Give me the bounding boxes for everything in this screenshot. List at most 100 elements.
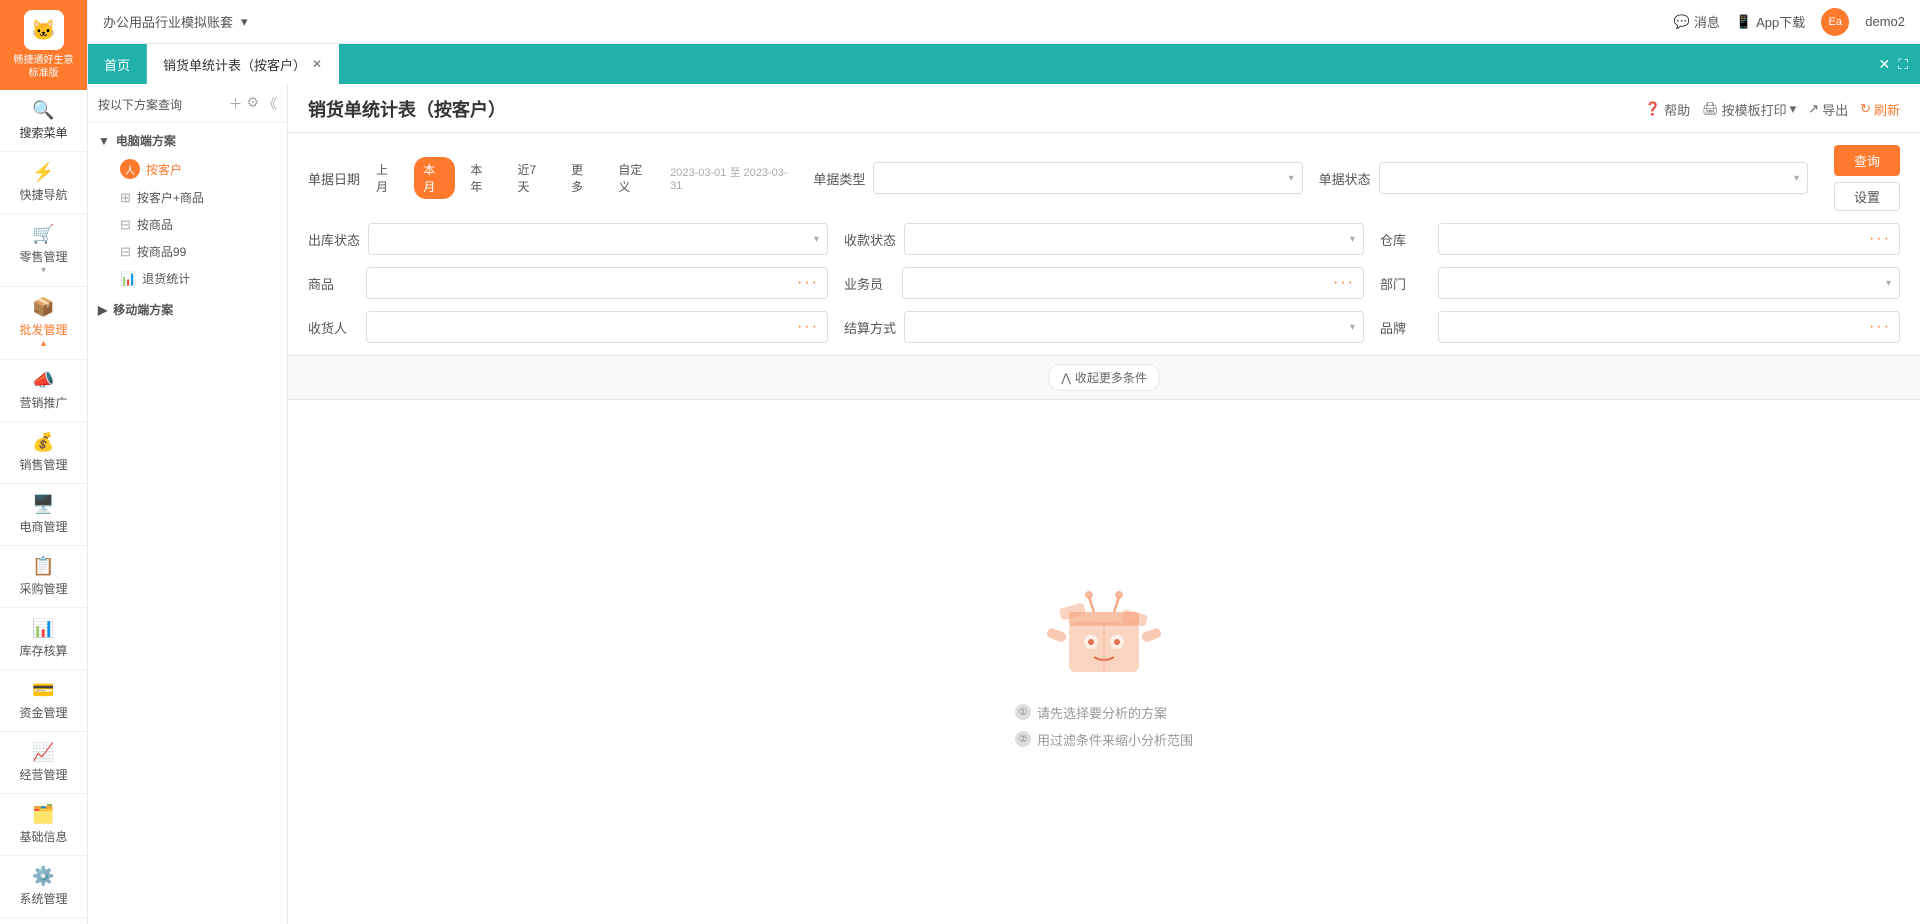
download-icon: 📱 <box>1736 14 1752 30</box>
collapse-panel-button[interactable]: 《 <box>263 94 277 114</box>
brand-select[interactable]: ··· <box>1438 311 1900 343</box>
warehouse-dots-icon[interactable]: ··· <box>1869 230 1891 248</box>
tree-item-by-customer[interactable]: 人 按客户 <box>88 154 287 184</box>
help-button[interactable]: ❓ 帮助 <box>1645 100 1690 119</box>
filter-settings-button[interactable]: 设置 <box>1834 182 1900 211</box>
warehouse-label: 仓库 <box>1380 230 1430 249</box>
wholesale-icon: 📦 <box>32 297 54 318</box>
sidebar-item-shortcut[interactable]: ⚡ 快捷导航 <box>0 152 87 214</box>
doc-type-label: 单据类型 <box>813 169 865 188</box>
goods-select[interactable]: ··· <box>366 267 828 299</box>
tree-item-return-stat[interactable]: 📊 退货统计 <box>88 265 287 292</box>
sidebar-item-basic[interactable]: 🗂️ 基础信息 <box>0 794 87 856</box>
brand-dots-icon[interactable]: ··· <box>1869 318 1891 336</box>
tab-window-actions: ✕ ⛶ <box>1866 44 1920 84</box>
date-btn-more[interactable]: 更多 <box>562 157 603 199</box>
app-name-label: 办公用品行业模拟账套 <box>103 12 233 31</box>
sidebar-item-wholesale[interactable]: 📦 批发管理 ▴ <box>0 287 87 360</box>
salesperson-label: 业务员 <box>844 274 894 293</box>
out-status-select[interactable]: ▾ <box>368 223 828 255</box>
filter-brand: 品牌 ··· <box>1380 311 1900 343</box>
filter-row-4: 收货人 ··· 结算方式 ▾ 品牌 <box>308 311 1900 343</box>
window-close-button[interactable]: ✕ <box>1878 56 1890 73</box>
tree-item-by-goods[interactable]: ⊟ 按商品 <box>88 211 287 238</box>
tip-number-2: ② <box>1015 731 1031 747</box>
payment-status-label: 收款状态 <box>844 230 896 249</box>
collapse-button[interactable]: ⋀ 收起更多条件 <box>1048 364 1160 391</box>
desktop-group-label: 电脑端方案 <box>116 132 176 149</box>
page-header-actions: ❓ 帮助 🖨 按模板打印 ▾ ↗ 导出 ↻ 刷新 <box>1645 100 1900 119</box>
filter-settlement: 结算方式 ▾ <box>844 311 1364 343</box>
receiver-select[interactable]: ··· <box>366 311 828 343</box>
shortcut-icon: ⚡ <box>32 162 54 183</box>
filter-area: 单据日期 上月 本月 本年 近7天 更多 自定义 2023-03-01 至 20… <box>288 133 1920 356</box>
filter-warehouse: 仓库 ··· <box>1380 223 1900 255</box>
receiver-dots-icon[interactable]: ··· <box>797 318 819 336</box>
payment-status-select[interactable]: ▾ <box>904 223 1364 255</box>
date-btn-last-month[interactable]: 上月 <box>367 157 408 199</box>
sidebar-item-system[interactable]: ⚙️ 系统管理 <box>0 856 87 918</box>
add-scheme-button[interactable]: ＋ <box>228 94 242 114</box>
tab-sales-stat[interactable]: 销货单统计表（按客户） ✕ <box>147 44 339 84</box>
inventory-icon: 📊 <box>32 618 54 639</box>
goods-dots-icon[interactable]: ··· <box>797 274 819 292</box>
mobile-group[interactable]: ▶ 移动端方案 <box>88 296 287 323</box>
refresh-button[interactable]: ↻ 刷新 <box>1860 100 1900 119</box>
tab-close-icon[interactable]: ✕ <box>312 57 322 71</box>
app-download-button[interactable]: 📱 App下载 <box>1736 12 1805 31</box>
doc-type-select[interactable]: ▾ <box>873 162 1302 194</box>
sidebar-item-enterprise[interactable]: 🤝 企业协同 <box>0 918 87 924</box>
doc-status-select[interactable]: ▾ <box>1379 162 1808 194</box>
sidebar-item-search[interactable]: 🔍 搜索菜单 <box>0 90 87 152</box>
export-icon: ↗ <box>1808 101 1819 117</box>
content-area: 按以下方案查询 ＋ ⚙ 《 ▼ 电脑端方案 人 按客户 ⊞ 按客户+商品 <box>88 84 1920 924</box>
sidebar-item-operations[interactable]: 📈 经营管理 <box>0 732 87 794</box>
print-button[interactable]: 🖨 按模板打印 ▾ <box>1702 100 1796 119</box>
message-button[interactable]: 💬 消息 <box>1674 12 1720 31</box>
app-logo: 🐱 畅捷通好生意 标准版 <box>0 0 87 90</box>
date-btn-custom[interactable]: 自定义 <box>609 157 662 199</box>
user-avatar[interactable]: Ea <box>1821 8 1849 36</box>
settlement-select[interactable]: ▾ <box>904 311 1364 343</box>
filter-row-1: 单据日期 上月 本月 本年 近7天 更多 自定义 2023-03-01 至 20… <box>308 145 1900 211</box>
refresh-icon: ↻ <box>1860 101 1871 117</box>
export-button[interactable]: ↗ 导出 <box>1808 100 1848 119</box>
desktop-group[interactable]: ▼ 电脑端方案 <box>88 127 287 154</box>
sidebar-item-ecommerce[interactable]: 🖥️ 电商管理 <box>0 484 87 546</box>
active-scheme-icon: 人 <box>120 159 140 179</box>
window-max-button[interactable]: ⛶ <box>1898 56 1908 73</box>
message-icon: 💬 <box>1674 14 1690 30</box>
date-btn-this-month[interactable]: 本月 <box>414 157 455 199</box>
date-btn-this-year[interactable]: 本年 <box>461 157 502 199</box>
dept-select[interactable]: ▾ <box>1438 267 1900 299</box>
empty-image <box>1044 567 1164 687</box>
tree-item-by-goods-99[interactable]: ⊟ 按商品99 <box>88 238 287 265</box>
sidebar-item-sales[interactable]: 💰 销售管理 <box>0 422 87 484</box>
sidebar-item-inventory[interactable]: 📊 库存核算 <box>0 608 87 670</box>
tab-home[interactable]: 首页 <box>88 44 147 84</box>
sidebar-item-finance[interactable]: 💳 资金管理 <box>0 670 87 732</box>
username-label: demo2 <box>1865 14 1905 29</box>
settings-scheme-button[interactable]: ⚙ <box>246 94 259 114</box>
query-button[interactable]: 查询 <box>1834 145 1900 176</box>
tip-item-2: ② 用过滤条件来缩小分析范围 <box>1015 730 1193 749</box>
collapse-row: ⋀ 收起更多条件 <box>288 356 1920 400</box>
warehouse-select[interactable]: ··· <box>1438 223 1900 255</box>
empty-tips: ① 请先选择要分析的方案 ② 用过滤条件来缩小分析范围 <box>1015 703 1193 757</box>
print-icon: 🖨 <box>1702 101 1719 117</box>
salesperson-select[interactable]: ··· <box>902 267 1364 299</box>
sidebar-item-marketing[interactable]: 📣 营销推广 <box>0 360 87 422</box>
sidebar-item-retail[interactable]: 🛒 零售管理 ▾ <box>0 214 87 287</box>
app-dropdown-icon[interactable]: ▾ <box>241 14 248 30</box>
chart-icon: 📊 <box>120 271 136 287</box>
tabs-bar: 首页 销货单统计表（按客户） ✕ ✕ ⛶ <box>88 44 1920 84</box>
sidebar-item-purchase[interactable]: 📋 采购管理 <box>0 546 87 608</box>
payment-status-arrow-icon: ▾ <box>1350 234 1355 245</box>
left-panel-title: 按以下方案查询 <box>98 96 182 113</box>
page-header: 销货单统计表（按客户） ❓ 帮助 🖨 按模板打印 ▾ ↗ 导出 <box>288 84 1920 133</box>
date-btn-last-7[interactable]: 近7天 <box>509 157 557 199</box>
salesperson-dots-icon[interactable]: ··· <box>1333 274 1355 292</box>
receiver-label: 收货人 <box>308 318 358 337</box>
tree-item-by-customer-goods[interactable]: ⊞ 按客户+商品 <box>88 184 287 211</box>
print-dropdown-icon[interactable]: ▾ <box>1790 101 1797 117</box>
